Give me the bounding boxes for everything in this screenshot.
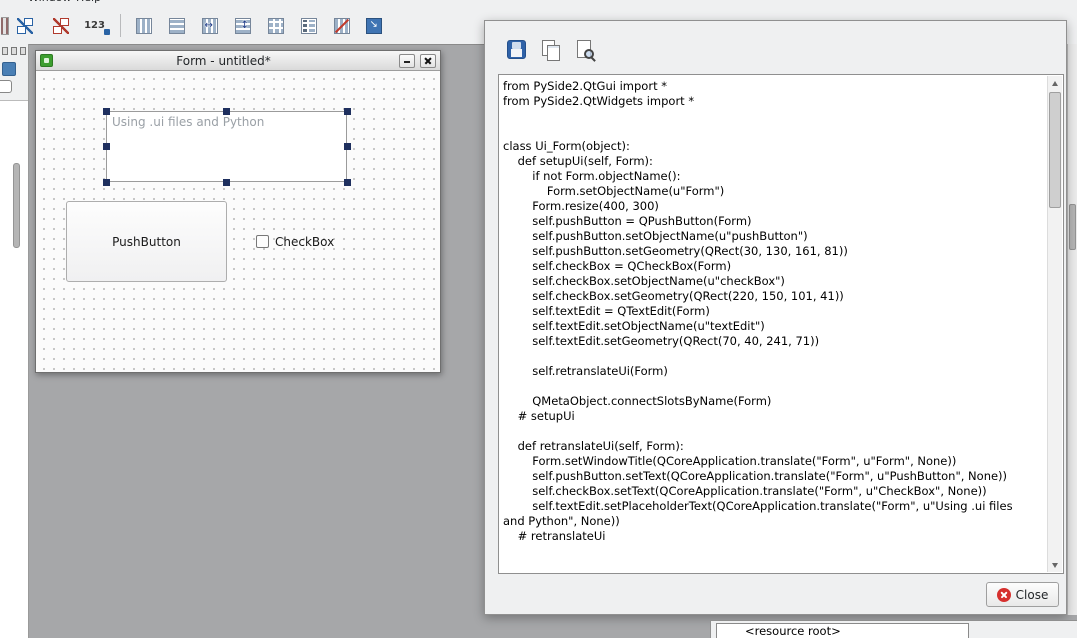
selection-handle-sw[interactable]	[103, 179, 110, 186]
pushbutton-label: PushButton	[112, 235, 181, 249]
hbars-splitter-glyph	[235, 18, 251, 34]
adjust-size-icon[interactable]	[361, 13, 386, 38]
copy-icon[interactable]	[537, 36, 564, 63]
selection-handle-s[interactable]	[223, 179, 230, 186]
code-view[interactable]: from PySide2.QtGui import * from PySide2…	[498, 74, 1064, 574]
resource-tree: <resource root>	[716, 623, 969, 638]
floppy-glyph	[507, 40, 526, 59]
checkbox-indicator[interactable]	[256, 235, 269, 248]
code-scrollbar-thumb[interactable]	[1049, 92, 1061, 208]
layout-grid-icon[interactable]	[263, 13, 288, 38]
print-preview-icon[interactable]	[571, 36, 598, 63]
widget-box-list[interactable]	[0, 100, 28, 638]
background-scrollbar-fragment[interactable]	[1067, 44, 1077, 615]
signals-slots-glyph	[17, 18, 33, 34]
code-dialog-toolbar	[503, 36, 598, 63]
dock-titlebar-buttons	[0, 44, 28, 58]
scroll-up-icon[interactable]	[1048, 76, 1062, 90]
tab-order-glyph: 123	[84, 19, 105, 33]
layout-horizontal-splitter-icon[interactable]	[197, 13, 222, 38]
form-window-titlebar[interactable]: Form - untitled*	[36, 51, 440, 71]
dock-list-icon[interactable]	[2, 47, 8, 55]
form-canvas[interactable]: Using .ui files and Python PushButton Ch…	[36, 71, 440, 372]
layout-horizontal-icon[interactable]	[131, 13, 156, 38]
hbars-glyph	[169, 18, 185, 34]
selection-handle-nw[interactable]	[103, 108, 110, 115]
dock-close-icon[interactable]	[20, 47, 26, 55]
checkbox-widget[interactable]: CheckBox	[256, 221, 357, 262]
selection-handle-ne[interactable]	[344, 108, 351, 115]
close-circle-icon	[997, 588, 1011, 602]
copy-pages-glyph	[541, 40, 561, 60]
edit-widgets-icon[interactable]	[0, 13, 10, 38]
textedit-widget[interactable]: Using .ui files and Python	[106, 111, 347, 182]
textedit-placeholder: Using .ui files and Python	[107, 112, 346, 132]
checkbox-label: CheckBox	[275, 235, 334, 249]
selection-handle-e[interactable]	[344, 143, 351, 150]
scroll-down-icon[interactable]	[1048, 558, 1062, 572]
break-layout-glyph	[334, 18, 350, 34]
resource-browser-panel: <resource root>	[710, 620, 1077, 638]
menubar: Window Help	[0, 0, 1077, 5]
dialog-close-button[interactable]: Close	[986, 582, 1059, 607]
magnifier-lens	[584, 49, 594, 59]
vbars-splitter-glyph	[202, 18, 218, 34]
generated-code[interactable]: from PySide2.QtGui import * from PySide2…	[503, 79, 1044, 570]
form-window-icon	[40, 54, 53, 67]
minimize-button[interactable]	[399, 54, 415, 68]
menu-help[interactable]: Help	[76, 0, 101, 4]
edit-buddies-icon[interactable]	[48, 13, 73, 38]
selection-handle-n[interactable]	[223, 108, 230, 115]
magnifier-page-glyph	[575, 40, 595, 60]
layout-vertical-splitter-icon[interactable]	[230, 13, 255, 38]
form-window-title: Form - untitled*	[53, 52, 394, 70]
cropped-icon-sliver	[1, 17, 9, 35]
save-icon[interactable]	[503, 36, 530, 63]
resource-root-item[interactable]: <resource root>	[717, 624, 968, 638]
widget-box-mode-icon[interactable]	[2, 62, 16, 76]
layout-form-icon[interactable]	[296, 13, 321, 38]
form-designer-window: Form - untitled* Using .ui files and Pyt…	[35, 50, 441, 373]
selection-handle-se[interactable]	[344, 179, 351, 186]
code-preview-dialog: from PySide2.QtGui import * from PySide2…	[484, 20, 1067, 615]
layout-vertical-icon[interactable]	[164, 13, 189, 38]
widget-box-dock	[0, 44, 29, 638]
code-scrollbar[interactable]	[1047, 76, 1062, 572]
adjust-size-glyph	[366, 18, 382, 34]
qt-designer-app: Window Help 123 For	[0, 0, 1077, 638]
buddies-glyph	[53, 18, 69, 34]
selection-handle-w[interactable]	[103, 143, 110, 150]
pushbutton-widget[interactable]: PushButton	[66, 201, 227, 282]
toolbar-separator	[120, 14, 121, 37]
form-layout-glyph	[301, 18, 317, 34]
widget-box-scrollbar-thumb[interactable]	[13, 163, 20, 248]
menu-window[interactable]: Window	[28, 0, 71, 4]
dock-float-icon[interactable]	[11, 47, 17, 55]
background-scrollbar-thumb[interactable]	[1069, 204, 1076, 250]
break-layout-icon[interactable]	[329, 13, 354, 38]
widget-filter-input[interactable]	[0, 80, 12, 93]
close-button-label: Close	[1016, 588, 1049, 602]
window-close-button[interactable]	[420, 54, 436, 68]
grid-glyph	[268, 18, 284, 34]
edit-tab-order-icon[interactable]: 123	[82, 13, 107, 38]
vbars-glyph	[136, 18, 152, 34]
edit-signals-slots-icon[interactable]	[12, 13, 37, 38]
